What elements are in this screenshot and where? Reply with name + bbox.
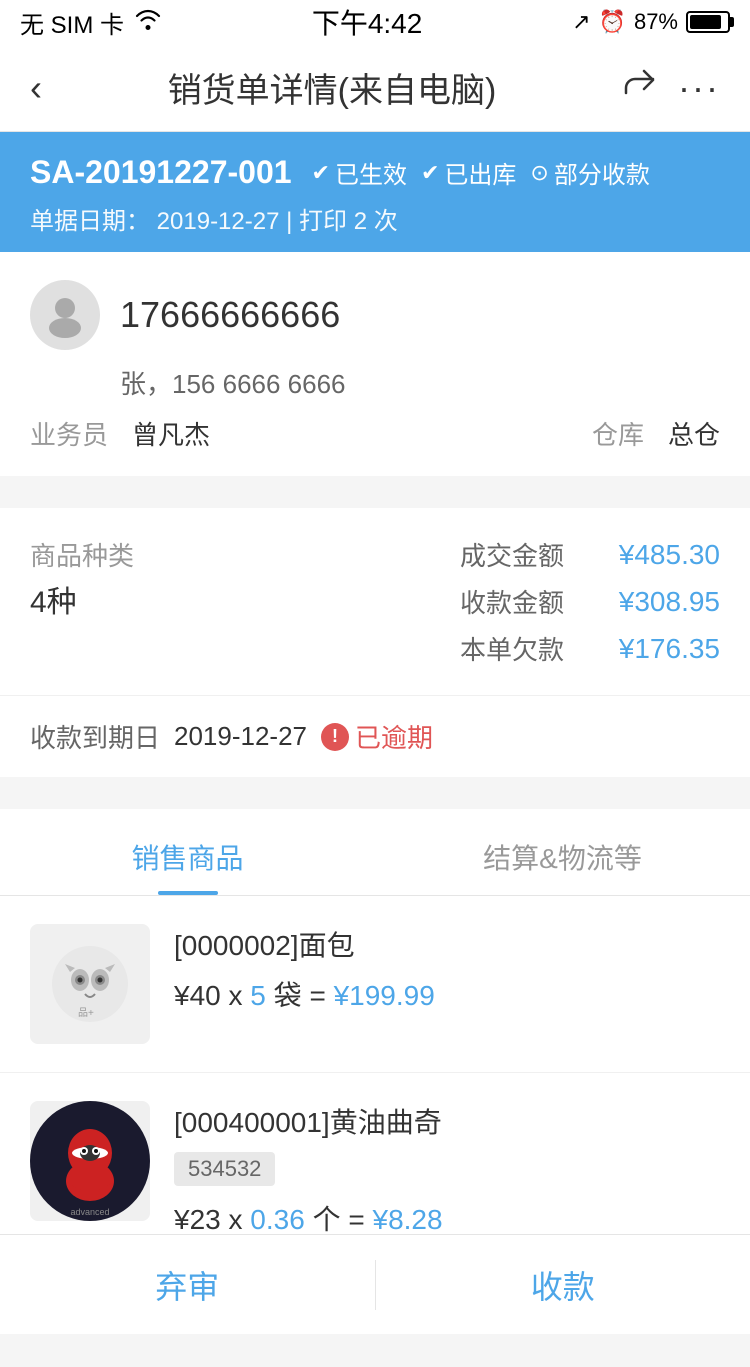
product-type-block: 商品种类 4种 — [30, 536, 134, 621]
received-amount-row: 收款金额 ¥308.95 — [460, 583, 720, 620]
debt-amount-value: ¥176.35 — [580, 633, 720, 665]
product-qty-2: 0.36 — [250, 1204, 305, 1235]
product-name-1: [0000002]面包 — [174, 924, 720, 964]
battery-icon — [686, 11, 730, 33]
salesman-info: 业务员 曾凡杰 — [30, 415, 210, 452]
amount-section: 商品种类 4种 成交金额 ¥485.30 收款金额 ¥308.95 本单欠款 ¥… — [0, 508, 750, 695]
back-button[interactable]: ‹ — [30, 67, 42, 109]
product-thumb-2: advanced — [30, 1101, 150, 1221]
overdue-text: 已逾期 — [355, 718, 433, 755]
deal-amount-value: ¥485.30 — [580, 539, 720, 571]
nav-actions: ··· — [622, 66, 720, 110]
overdue-badge: ! 已逾期 — [321, 718, 433, 755]
product-price-2: ¥23 x 0.36 个 = ¥8.28 — [174, 1198, 720, 1238]
received-amount-value: ¥308.95 — [580, 586, 720, 618]
abandon-review-button[interactable]: 弃审 — [0, 1242, 375, 1328]
nav-bar: ‹ 销货单详情(来自电脑) ··· — [0, 44, 750, 132]
customer-meta: 业务员 曾凡杰 仓库 总仓 — [30, 415, 720, 452]
status-partial-payment: ⊙ 部分收款 — [530, 155, 649, 190]
due-date-section: 收款到期日 2019-12-27 ! 已逾期 — [0, 695, 750, 777]
tabs-section: 销售商品 结算&物流等 — [0, 809, 750, 896]
status-tags: ✔ 已生效 ✔ 已出库 ⊙ 部分收款 — [312, 155, 650, 190]
due-label: 收款到期日 — [30, 718, 160, 755]
check-icon-2: ✔ — [421, 160, 439, 186]
overdue-icon: ! — [321, 723, 349, 751]
separator-2 — [0, 777, 750, 793]
product-list: 品+ [0000002]面包 ¥40 x 5 袋 = ¥199.99 — [0, 896, 750, 1267]
status-effective: ✔ 已生效 — [312, 155, 407, 190]
check-icon-1: ✔ — [312, 160, 330, 186]
separator-1 — [0, 476, 750, 492]
svg-text:advanced: advanced — [70, 1207, 109, 1217]
status-bar-time: 下午4:42 — [312, 2, 423, 42]
customer-id: 17666666666 — [120, 294, 340, 336]
tab-settlement-logistics[interactable]: 结算&物流等 — [375, 809, 750, 895]
due-date-value: 2019-12-27 — [174, 721, 307, 752]
share-button[interactable] — [622, 66, 658, 110]
product-total-1: ¥199.99 — [334, 980, 435, 1011]
svg-text:品+: 品+ — [78, 1007, 94, 1019]
product-total-2: ¥8.28 — [373, 1204, 443, 1235]
product-price-1: ¥40 x 5 袋 = ¥199.99 — [174, 974, 720, 1014]
customer-phone: 张，156 6666 6666 — [120, 364, 720, 401]
alarm-icon: ⏰ — [599, 9, 626, 35]
debt-amount-row: 本单欠款 ¥176.35 — [460, 630, 720, 667]
product-qty-1: 5 — [250, 980, 266, 1011]
more-button[interactable]: ··· — [678, 67, 720, 109]
customer-section: 17666666666 张，156 6666 6666 业务员 曾凡杰 仓库 总… — [0, 252, 750, 476]
customer-row1: 17666666666 — [30, 280, 720, 350]
product-thumb-1: 品+ — [30, 924, 150, 1044]
collect-payment-button[interactable]: 收款 — [376, 1242, 750, 1328]
battery-percent: 87% — [634, 9, 678, 35]
product-type-value: 4种 — [30, 577, 134, 621]
tab-sales-products[interactable]: 销售商品 — [0, 809, 375, 895]
deal-amount-row: 成交金额 ¥485.30 — [460, 536, 720, 573]
order-number: SA-20191227-001 — [30, 154, 292, 191]
status-bar-right: ↗ ⏰ 87% — [572, 9, 730, 35]
avatar — [30, 280, 100, 350]
status-bar: 无 SIM 卡 下午4:42 ↗ ⏰ 87% — [0, 0, 750, 44]
warehouse-info: 仓库 总仓 — [592, 415, 720, 452]
header-banner: SA-20191227-001 ✔ 已生效 ✔ 已出库 ⊙ 部分收款 单据日期：… — [0, 132, 750, 252]
product-type-label: 商品种类 — [30, 536, 134, 573]
amounts-block: 成交金额 ¥485.30 收款金额 ¥308.95 本单欠款 ¥176.35 — [460, 536, 720, 667]
location-icon: ↗ — [572, 9, 590, 35]
status-shipped: ✔ 已出库 — [421, 155, 516, 190]
bottom-bar: 弃审 收款 — [0, 1234, 750, 1334]
product-item-1: 品+ [0000002]面包 ¥40 x 5 袋 = ¥199.99 — [0, 896, 750, 1073]
clock-icon: ⊙ — [530, 160, 548, 186]
carrier-label: 无 SIM 卡 — [20, 5, 124, 40]
product-info-2: [000400001]黄油曲奇 534532 ¥23 x 0.36 个 = ¥8… — [174, 1101, 720, 1238]
order-date-row: 单据日期： 2019-12-27 | 打印 2 次 — [30, 201, 720, 236]
product-info-1: [0000002]面包 ¥40 x 5 袋 = ¥199.99 — [174, 924, 720, 1014]
wifi-icon — [134, 8, 162, 37]
page-title: 销货单详情(来自电脑) — [168, 63, 497, 112]
product-batch-2: 534532 — [174, 1152, 275, 1186]
product-name-2: [000400001]黄油曲奇 — [174, 1101, 720, 1141]
status-bar-left: 无 SIM 卡 — [20, 5, 162, 40]
